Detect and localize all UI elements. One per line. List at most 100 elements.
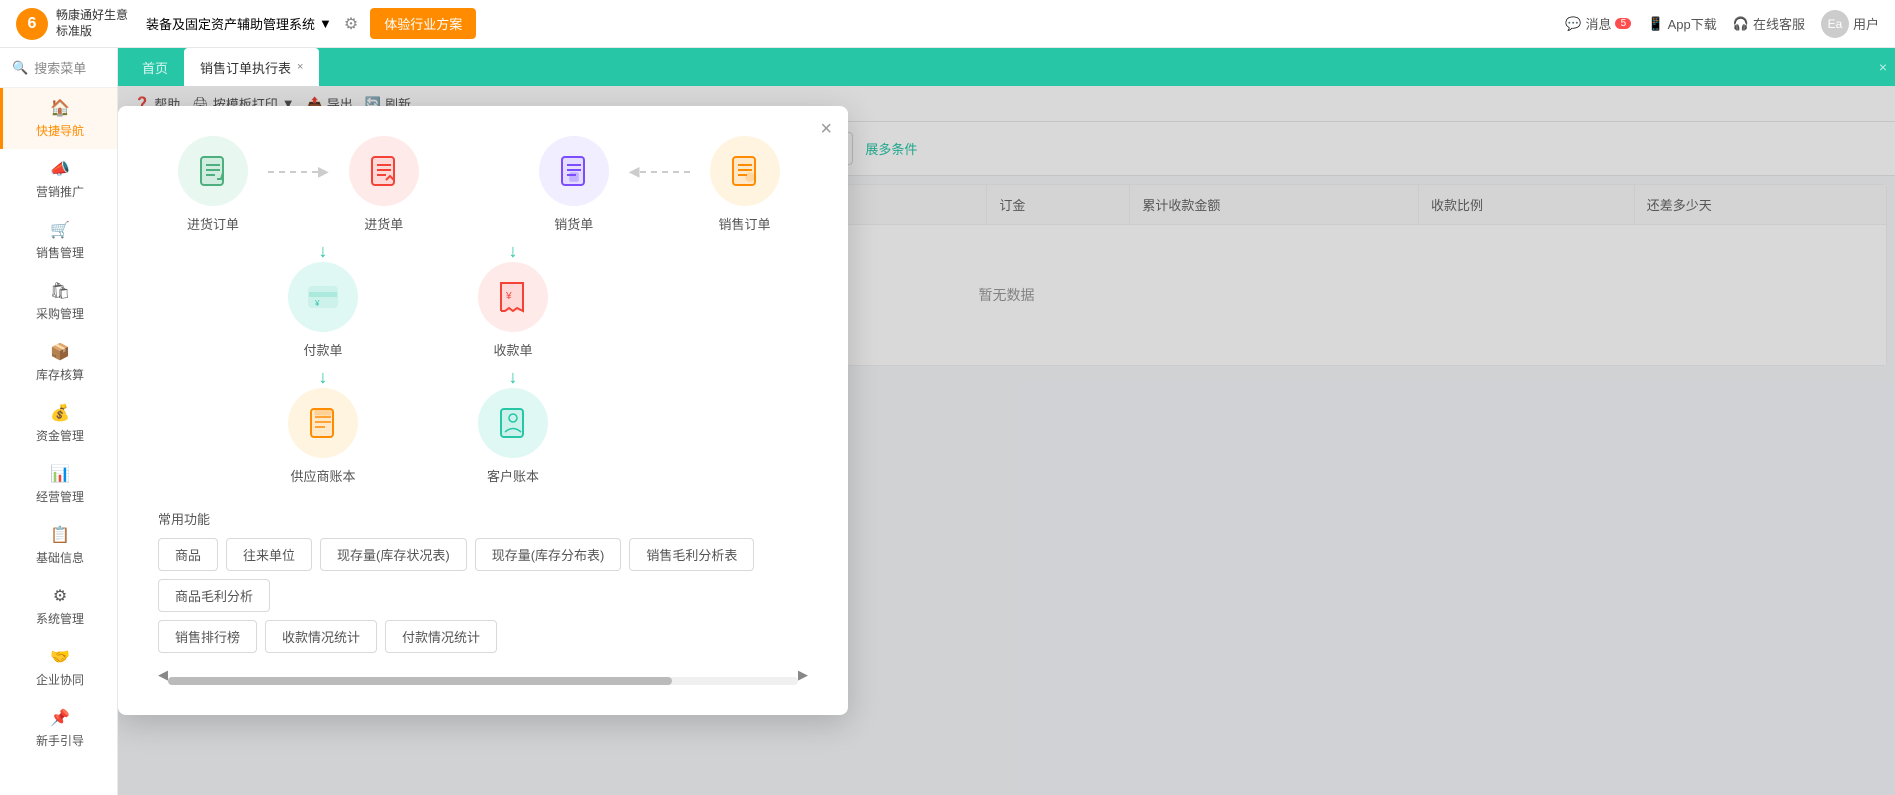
btn-stock-status[interactable]: 现存量(库存状况表) <box>320 538 467 571</box>
window-close-icon[interactable]: × <box>1879 59 1887 75</box>
service-icon: 🎧 <box>1733 16 1749 32</box>
system-title-dropdown[interactable]: 装备及固定资产辅助管理系统 ▼ <box>146 14 332 33</box>
modal-scrollbar[interactable] <box>168 677 798 685</box>
newbie-icon: 📌 <box>50 708 70 728</box>
flow-node-customer[interactable]: 客户账本 <box>478 388 548 485</box>
dropdown-arrow-icon: ▼ <box>319 16 332 31</box>
sidebar-item-quick-nav[interactable]: 🏠 快捷导航 <box>0 88 117 149</box>
sidebar-item-basic-info[interactable]: 📋 基础信息 <box>0 515 117 576</box>
arrow-down-sale: ↓ <box>458 241 568 262</box>
sidebar-item-operations[interactable]: 📊 经营管理 <box>0 454 117 515</box>
experience-btn[interactable]: 体验行业方案 <box>370 8 476 39</box>
flow-row-1: 进货订单 ▶ <box>158 136 800 233</box>
avatar: Ea <box>1821 10 1849 38</box>
supplier-icon <box>305 405 341 441</box>
tab-home[interactable]: 首页 <box>126 48 184 86</box>
content-inner: ❓ 帮助 🖨 按模板打印 ▼ 📤 导出 🔄 刷新 <box>118 86 1895 795</box>
scroll-left-icon[interactable]: ◀ <box>158 667 168 683</box>
scroll-right-icon[interactable]: ▶ <box>798 667 808 683</box>
arrow-down-payment: ↓ <box>268 367 378 388</box>
flow-node-sale-bill[interactable]: 销货单 <box>539 136 609 233</box>
header-right: 💬 消息 5 📱 App下载 🎧 在线客服 Ea 用户 <box>1565 10 1879 38</box>
operations-icon: 📊 <box>50 464 70 484</box>
sidebar-item-inventory[interactable]: 📦 库存核算 <box>0 332 117 393</box>
modal-scrollbar-area: ◀ ▶ <box>158 665 808 685</box>
payment-circle: ¥ <box>288 262 358 332</box>
sidebar-item-finance[interactable]: 💰 资金管理 <box>0 393 117 454</box>
btn-payment-stats[interactable]: 付款情况统计 <box>385 620 497 653</box>
scrollbar-thumb <box>168 677 672 685</box>
tab-sales-orders[interactable]: 销售订单执行表 × <box>184 48 319 86</box>
message-item[interactable]: 💬 消息 5 <box>1565 14 1631 33</box>
svg-text:¥: ¥ <box>314 299 320 308</box>
modal-close-btn[interactable]: × <box>820 118 832 141</box>
receipt-circle: ¥ <box>478 262 548 332</box>
sidebar-item-system[interactable]: ⚙ 系统管理 <box>0 576 117 637</box>
btn-stock-dist[interactable]: 现存量(库存分布表) <box>475 538 622 571</box>
flow-node-sale-order[interactable]: 销售订单 <box>710 136 780 233</box>
svg-text:¥: ¥ <box>505 291 512 302</box>
supplier-circle <box>288 388 358 458</box>
flow-node-purchase-bill[interactable]: 进货单 <box>349 136 419 233</box>
common-buttons-row-2: 销售排行榜 收款情况统计 付款情况统计 <box>158 620 808 653</box>
message-badge: 5 <box>1615 18 1631 29</box>
system-icon: ⚙ <box>53 586 67 606</box>
enterprise-icon: 🤝 <box>50 647 70 667</box>
flow-row-arrows: ↓ ↓ <box>158 241 568 262</box>
btn-sales-rank[interactable]: 销售排行榜 <box>158 620 257 653</box>
marketing-icon: 📣 <box>50 159 70 179</box>
common-buttons-row-1: 商品 往来单位 现存量(库存状况表) 现存量(库存分布表) 销售毛利分析表 商品… <box>158 538 808 612</box>
btn-product[interactable]: 商品 <box>158 538 218 571</box>
sidebar-item-sales[interactable]: 🛒 销售管理 <box>0 210 117 271</box>
sidebar-item-purchase[interactable]: 🛍 采购管理 <box>0 271 117 332</box>
tab-close-icon[interactable]: × <box>297 61 303 73</box>
arrow-h-2: ◀ <box>629 163 690 206</box>
flow-node-supplier[interactable]: 供应商账本 <box>288 388 358 485</box>
download-icon: 📱 <box>1647 16 1663 32</box>
modal-overlay: × <box>118 86 1895 795</box>
purchase-bill-circle <box>349 136 419 206</box>
sidebar-search[interactable]: 🔍 搜索菜单 <box>0 48 117 88</box>
search-icon: 🔍 <box>12 60 28 76</box>
sale-order-circle <box>710 136 780 206</box>
flow-row-3: 供应商账本 <box>158 388 568 485</box>
flow-node-payment[interactable]: ¥ 付款单 <box>288 262 358 359</box>
flow-node-purchase-order[interactable]: 进货订单 <box>178 136 248 233</box>
btn-counterpart[interactable]: 往来单位 <box>226 538 312 571</box>
logo-text: 畅康通好生意 标准版 <box>56 8 128 39</box>
flow-node-receipt[interactable]: ¥ 收款单 <box>478 262 548 359</box>
common-functions-section: 常用功能 商品 往来单位 现存量(库存状况表) 现存量(库存分布表) 销售毛利分… <box>158 509 808 653</box>
flow-diagram: 进货订单 ▶ <box>158 136 808 501</box>
inventory-icon: 📦 <box>50 342 70 362</box>
user-item[interactable]: Ea 用户 <box>1821 10 1879 38</box>
purchase-order-circle <box>178 136 248 206</box>
common-section-title: 常用功能 <box>158 509 808 528</box>
tab-bar: 首页 销售订单执行表 × × <box>118 48 1895 86</box>
logo-area: 6 畅康通好生意 标准版 <box>16 8 134 40</box>
receipt-icon: ¥ <box>495 279 531 315</box>
online-service-item[interactable]: 🎧 在线客服 <box>1733 14 1805 33</box>
sidebar-item-marketing[interactable]: 📣 营销推广 <box>0 149 117 210</box>
app-download-item[interactable]: 📱 App下载 <box>1647 14 1716 33</box>
basic-info-icon: 📋 <box>50 525 70 545</box>
sales-icon: 🛒 <box>50 220 70 240</box>
finance-icon: 💰 <box>50 403 70 423</box>
purchase-icon: 🛍 <box>50 281 70 301</box>
btn-receipt-stats[interactable]: 收款情况统计 <box>265 620 377 653</box>
content-area: 首页 销售订单执行表 × × ❓ 帮助 🖨 按 <box>118 48 1895 795</box>
customer-circle <box>478 388 548 458</box>
arrow-h-1: ▶ <box>268 163 329 206</box>
system-title-text: 装备及固定资产辅助管理系统 <box>146 14 315 33</box>
logo-icon: 6 <box>16 8 48 40</box>
purchase-bill-icon <box>366 153 402 189</box>
btn-sales-profit[interactable]: 销售毛利分析表 <box>629 538 754 571</box>
sidebar-item-newbie[interactable]: 📌 新手引导 <box>0 698 117 759</box>
flow-row-arrows-2: ↓ ↓ <box>158 367 568 388</box>
flow-modal: × <box>118 106 848 715</box>
sidebar-item-enterprise[interactable]: 🤝 企业协同 <box>0 637 117 698</box>
arrow-down-purchase: ↓ <box>268 241 378 262</box>
gear-settings-icon[interactable]: ⚙ <box>344 14 358 34</box>
sale-order-icon <box>727 153 763 189</box>
btn-product-profit[interactable]: 商品毛利分析 <box>158 579 270 612</box>
quick-nav-icon: 🏠 <box>50 98 70 118</box>
